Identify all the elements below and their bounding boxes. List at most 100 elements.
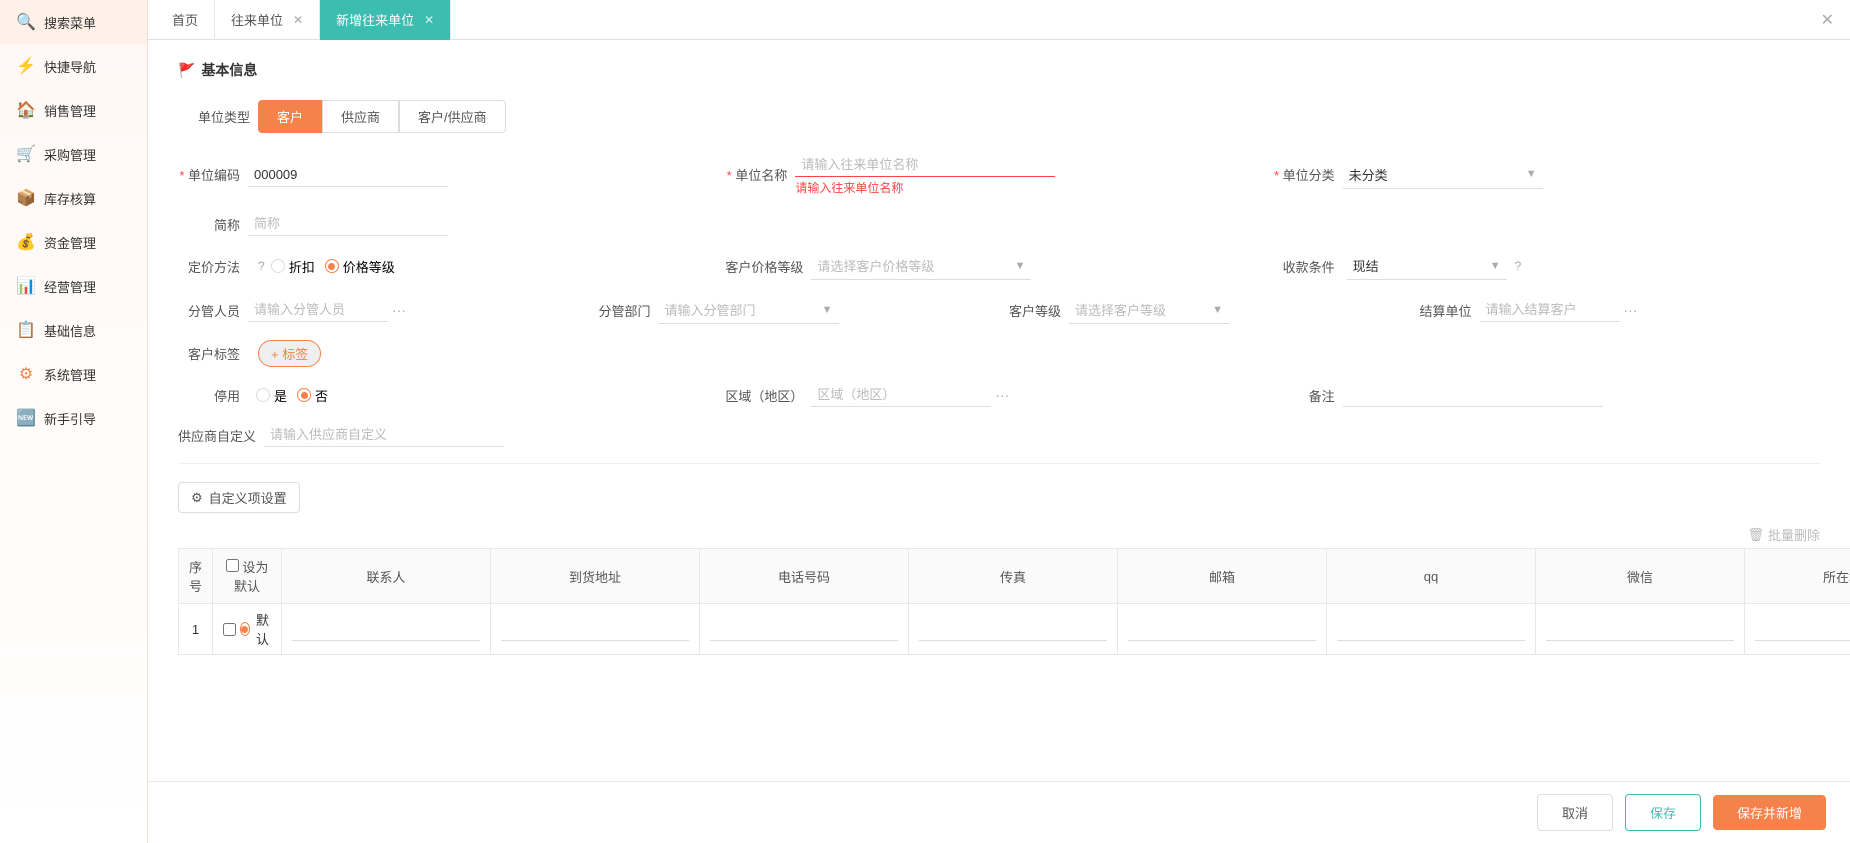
unit-category-col: 单位分类 未分类 ▼ xyxy=(1273,153,1820,196)
manager-col: 分管人员 ··· xyxy=(178,296,589,324)
batch-delete-label[interactable]: 批量删除 xyxy=(1768,525,1820,544)
pricing-grade-radio[interactable]: 价格等级 xyxy=(325,257,395,276)
region-more-btn[interactable]: ··· xyxy=(991,387,1009,403)
custom-settings-button[interactable]: ⚙ 自定义项设置 xyxy=(178,482,300,513)
row-qq[interactable] xyxy=(1327,604,1536,655)
row-wechat-input[interactable] xyxy=(1546,617,1734,641)
customer-price-chevron-icon: ▼ xyxy=(1014,260,1025,272)
save-and-new-button[interactable]: 保存并新增 xyxy=(1713,795,1826,830)
sidebar-item-inventory[interactable]: 📦 库存核算 xyxy=(0,176,147,220)
tab-close-all-button[interactable]: ✕ xyxy=(1813,10,1842,30)
pricing-method-help-icon[interactable]: ? xyxy=(258,259,265,273)
customer-price-select[interactable]: 请选择客户价格等级 ▼ xyxy=(811,252,1031,280)
unit-type-supplier-btn[interactable]: 供应商 xyxy=(322,100,399,133)
col-phone: 电话号码 xyxy=(700,549,909,604)
unit-type-both-btn[interactable]: 客户/供应商 xyxy=(399,100,506,133)
form-row-5: 客户标签 + 标签 xyxy=(178,340,1820,367)
sales-icon: 🏠 xyxy=(16,100,36,120)
form-row-6: 停用 是 否 区域（地区） ··· xyxy=(178,383,1820,407)
bottom-bar: 取消 保存 保存并新增 xyxy=(148,781,1850,843)
region-input[interactable] xyxy=(811,383,991,407)
tab-home[interactable]: 首页 xyxy=(156,0,215,40)
unit-name-input[interactable] xyxy=(795,153,1055,177)
row-fax-input[interactable] xyxy=(919,617,1107,641)
row-address[interactable] xyxy=(491,604,700,655)
tab-new-partner[interactable]: 新增往来单位 ✕ xyxy=(320,0,451,40)
row-email[interactable] xyxy=(1118,604,1327,655)
batch-delete-row: 🗑 批量删除 xyxy=(178,525,1820,544)
row-phone-input[interactable] xyxy=(710,617,898,641)
settlement-unit-input[interactable] xyxy=(1480,298,1620,322)
sidebar-item-quicknav[interactable]: ⚡ 快捷导航 xyxy=(0,44,147,88)
payment-help-icon[interactable]: ? xyxy=(1515,259,1522,273)
row-default-radio[interactable]: 默认 xyxy=(240,610,271,648)
customer-grade-select[interactable]: 请选择客户等级 ▼ xyxy=(1069,296,1229,324)
form-content: 🚩 基本信息 单位类型 客户 供应商 客户/供应商 单位编码 单位名称 请输入往… xyxy=(148,40,1850,781)
unit-code-label: 单位编码 xyxy=(178,165,248,184)
unit-code-input[interactable] xyxy=(248,163,448,187)
tab-partners[interactable]: 往来单位 ✕ xyxy=(215,0,320,40)
operations-icon: 📊 xyxy=(16,276,36,296)
cancel-button[interactable]: 取消 xyxy=(1537,794,1613,831)
section-flag-icon: 🚩 xyxy=(178,62,195,79)
manager-input[interactable] xyxy=(248,298,388,322)
row-contact-input[interactable] xyxy=(292,617,480,641)
remark-input[interactable] xyxy=(1343,383,1603,407)
row-email-input[interactable] xyxy=(1128,617,1316,641)
remark-col: 备注 xyxy=(1273,383,1820,407)
tab-partners-close[interactable]: ✕ xyxy=(293,13,303,27)
department-label: 分管部门 xyxy=(589,301,659,320)
row-wechat[interactable] xyxy=(1536,604,1745,655)
row-qq-input[interactable] xyxy=(1337,617,1525,641)
col-qq: qq xyxy=(1327,549,1536,604)
payment-condition-value: 现结 xyxy=(1353,256,1490,275)
unit-type-customer-btn[interactable]: 客户 xyxy=(258,100,322,133)
disable-no-circle xyxy=(297,388,311,402)
save-button[interactable]: 保存 xyxy=(1625,794,1701,831)
pricing-discount-radio[interactable]: 折扣 xyxy=(271,257,315,276)
payment-condition-chevron-icon: ▼ xyxy=(1490,260,1501,272)
disable-yes-radio[interactable]: 是 xyxy=(256,386,287,405)
unit-category-select[interactable]: 未分类 ▼ xyxy=(1343,161,1543,189)
customer-grade-label: 客户等级 xyxy=(999,301,1069,320)
row-address-input[interactable] xyxy=(501,617,689,641)
supplier-custom-label: 供应商自定义 xyxy=(178,426,264,445)
pricing-method-label: 定价方法 xyxy=(178,257,248,276)
col-default-checkbox[interactable] xyxy=(226,559,239,572)
sidebar-item-purchase[interactable]: 🛒 采购管理 xyxy=(0,132,147,176)
section-title-basic: 🚩 基本信息 xyxy=(178,60,1820,80)
row-contact[interactable] xyxy=(282,604,491,655)
disable-no-radio[interactable]: 否 xyxy=(297,386,328,405)
row-region-input[interactable] xyxy=(1755,617,1850,641)
row-checkbox[interactable] xyxy=(223,623,236,636)
row-fax[interactable] xyxy=(909,604,1118,655)
sidebar-item-finance[interactable]: 💰 资金管理 xyxy=(0,220,147,264)
sidebar-item-operations[interactable]: 📊 经营管理 xyxy=(0,264,147,308)
sidebar-item-basicinfo[interactable]: 📋 基础信息 xyxy=(0,308,147,352)
sidebar-item-sales[interactable]: 🏠 销售管理 xyxy=(0,88,147,132)
customer-grade-chevron-icon: ▼ xyxy=(1212,304,1223,316)
add-tag-button[interactable]: + 标签 xyxy=(258,340,321,367)
sidebar-item-search[interactable]: 🔍 搜索菜单 xyxy=(0,0,147,44)
settlement-unit-more-btn[interactable]: ··· xyxy=(1620,302,1638,318)
customer-price-label: 客户价格等级 xyxy=(725,257,811,276)
tab-new-partner-close[interactable]: ✕ xyxy=(424,13,434,27)
supplier-custom-col: 供应商自定义 xyxy=(178,423,725,447)
supplier-custom-input[interactable] xyxy=(264,423,504,447)
payment-condition-select[interactable]: 现结 ▼ xyxy=(1347,252,1507,280)
short-name-input[interactable] xyxy=(248,212,448,236)
col-address: 到货地址 xyxy=(491,549,700,604)
customer-tag-col: 客户标签 + 标签 xyxy=(178,340,725,367)
unit-category-value: 未分类 xyxy=(1349,165,1526,184)
row-region[interactable] xyxy=(1745,604,1850,655)
sidebar-item-newguide[interactable]: 🆕 新手引导 xyxy=(0,396,147,440)
customer-price-col: 客户价格等级 请选择客户价格等级 ▼ xyxy=(725,252,1272,280)
row-phone[interactable] xyxy=(700,604,909,655)
payment-condition-col: 收款条件 现结 ▼ ? xyxy=(1273,252,1820,280)
col-index: 序号 xyxy=(179,549,213,604)
department-select[interactable]: 请输入分管部门 ▼ xyxy=(659,296,839,324)
quick-nav-icon: ⚡ xyxy=(16,56,36,76)
short-name-col: 简称 xyxy=(178,212,725,236)
sidebar-item-system[interactable]: ⚙ 系统管理 xyxy=(0,352,147,396)
manager-more-btn[interactable]: ··· xyxy=(388,302,406,318)
